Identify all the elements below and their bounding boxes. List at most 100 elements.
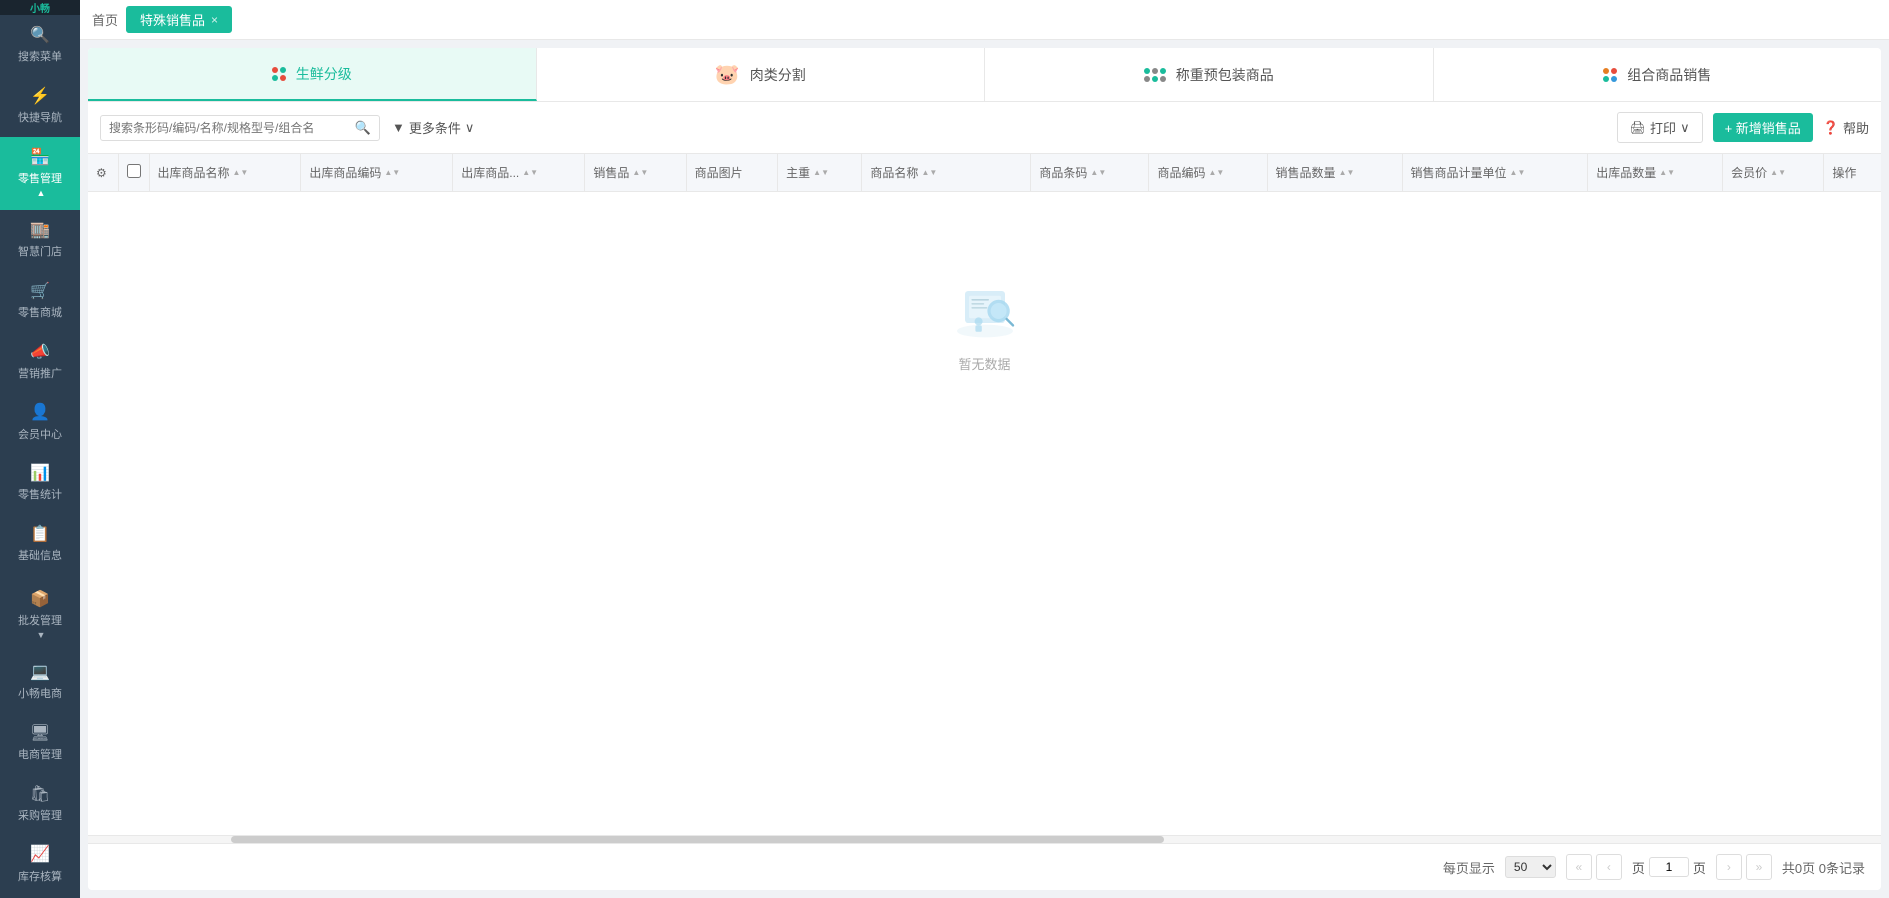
print-chevron: ∨ xyxy=(1680,120,1690,136)
main-content: 首页 特殊销售品 × xyxy=(80,0,1889,898)
col-sales-unit-label: 销售商品计量单位 xyxy=(1411,164,1507,181)
first-page-icon: « xyxy=(1576,860,1583,874)
combo-sales-label: 组合商品销售 xyxy=(1627,65,1711,85)
col-out-qty[interactable]: 出库品数量 ▲▼ xyxy=(1588,154,1723,192)
search-input[interactable] xyxy=(109,121,349,135)
sidebar-item-inventory[interactable]: 📈 库存核算 xyxy=(0,834,80,895)
col-goods-barcode[interactable]: 商品条码 ▲▼ xyxy=(1031,154,1149,192)
sidebar-item-search-menu[interactable]: 🔍 搜索菜单 xyxy=(0,15,80,76)
ecom-mgmt-icon: 🖥 xyxy=(30,723,50,745)
topbar-home-link[interactable]: 首页 xyxy=(92,10,118,29)
col-sales-qty-sort[interactable]: ▲▼ xyxy=(1339,169,1355,177)
col-goods-code[interactable]: 商品编码 ▲▼ xyxy=(1149,154,1267,192)
col-main-weight[interactable]: 主重 ▲▼ xyxy=(778,154,862,192)
page-number-input[interactable] xyxy=(1649,857,1689,877)
purchase-mgmt-icon: 🛍 xyxy=(30,784,50,806)
sidebar-item-mini-ecom[interactable]: 💻 小畅电商 xyxy=(0,652,80,713)
settings-icon[interactable]: ⚙ xyxy=(96,166,107,180)
prev-page-icon: ‹ xyxy=(1607,860,1611,874)
col-sales-qty-label: 销售品数量 xyxy=(1276,164,1336,181)
first-page-button[interactable]: « xyxy=(1566,854,1592,880)
sidebar-item-retail-stats[interactable]: 📊 零售统计 xyxy=(0,453,80,514)
col-sales-unit[interactable]: 销售商品计量单位 ▲▼ xyxy=(1402,154,1588,192)
col-sales-unit-sort[interactable]: ▲▼ xyxy=(1510,169,1526,177)
sidebar-item-quick-nav[interactable]: ⚡ 快捷导航 xyxy=(0,76,80,137)
pagination: 每页显示 10 20 50 100 « ‹ 页 页 xyxy=(88,843,1881,890)
topbar-tab-close[interactable]: × xyxy=(211,13,218,27)
sidebar-item-purchase-mgmt[interactable]: 🛍 采购管理 xyxy=(0,774,80,835)
col-sales-goods-label: 销售品 xyxy=(593,164,629,181)
sidebar-item-retail-mall[interactable]: 🛒 零售商城 xyxy=(0,271,80,332)
sidebar-logo: 小畅 xyxy=(0,0,80,15)
mini-ecom-icon: 💻 xyxy=(30,662,50,684)
col-goods-image-label: 商品图片 xyxy=(695,166,743,180)
sidebar-item-smart-store[interactable]: 🏬 智慧门店 xyxy=(0,210,80,271)
toolbar: 🔍 ▼ 更多条件 ∨ 🖨 打印 ∨ + 新增销售品 ❓ xyxy=(88,102,1881,154)
col-out-goods-name-sort[interactable]: ▲▼ xyxy=(233,169,249,177)
sidebar-item-ecom-mgmt[interactable]: 🖥 电商管理 xyxy=(0,713,80,774)
col-out-qty-sort[interactable]: ▲▼ xyxy=(1659,169,1675,177)
filter-button[interactable]: ▼ 更多条件 ∨ xyxy=(392,118,474,137)
per-page-select[interactable]: 10 20 50 100 xyxy=(1505,856,1556,878)
scroll-thumb[interactable] xyxy=(231,836,1163,843)
empty-text: 暂无数据 xyxy=(958,354,1010,373)
sidebar-item-marketing[interactable]: 📣 营销推广 xyxy=(0,332,80,393)
last-page-icon: » xyxy=(1756,860,1763,874)
total-label: 共0页 0条记录 xyxy=(1782,858,1865,877)
search-icon[interactable]: 🔍 xyxy=(355,120,371,136)
wholesale-arrow: ▼ xyxy=(37,629,46,642)
empty-state: 暂无数据 xyxy=(88,192,1881,453)
col-goods-barcode-sort[interactable]: ▲▼ xyxy=(1090,169,1106,177)
tab-fresh-grade[interactable]: 生鲜分级 xyxy=(88,48,537,101)
select-all-checkbox[interactable] xyxy=(127,164,141,178)
last-page-button[interactable]: » xyxy=(1746,854,1772,880)
col-out-goods-code[interactable]: 出库商品编码 ▲▼ xyxy=(301,154,453,192)
col-goods-code-sort[interactable]: ▲▼ xyxy=(1208,169,1224,177)
tab-weight-pack[interactable]: 称重预包装商品 xyxy=(985,48,1434,101)
col-member-price-sort[interactable]: ▲▼ xyxy=(1770,169,1786,177)
fresh-grade-icon xyxy=(272,67,286,81)
weight-pack-icon xyxy=(1144,68,1166,82)
tab-meat-cut[interactable]: 🐷 肉类分割 xyxy=(537,48,986,101)
col-goods-code-label: 商品编码 xyxy=(1157,164,1205,181)
col-settings[interactable]: ⚙ xyxy=(88,154,118,192)
col-ops-label: 操作 xyxy=(1832,166,1856,180)
retail-mall-icon: 🛒 xyxy=(30,281,50,303)
marketing-icon: 📣 xyxy=(30,342,50,364)
col-sales-goods[interactable]: 销售品 ▲▼ xyxy=(585,154,686,192)
sidebar-item-wholesale-mgmt[interactable]: 📦 批发管理 ▼ xyxy=(0,579,80,652)
col-out-goods-spec[interactable]: 出库商品... ▲▼ xyxy=(453,154,585,192)
sidebar-item-members[interactable]: 👤 会员中心 xyxy=(0,392,80,453)
print-button[interactable]: 🖨 打印 ∨ xyxy=(1617,112,1703,143)
col-sales-qty[interactable]: 销售品数量 ▲▼ xyxy=(1267,154,1402,192)
col-sales-goods-sort[interactable]: ▲▼ xyxy=(632,169,648,177)
page-label-suffix: 页 xyxy=(1693,858,1706,877)
content-area: 生鲜分级 🐷 肉类分割 xyxy=(88,48,1881,890)
tab-combo-sales[interactable]: 组合商品销售 xyxy=(1434,48,1882,101)
page-label: 页 xyxy=(1632,858,1645,877)
filter-chevron: ∨ xyxy=(465,120,475,136)
col-goods-name-sort[interactable]: ▲▼ xyxy=(921,169,937,177)
col-goods-name[interactable]: 商品名称 ▲▼ xyxy=(862,154,1031,192)
fresh-grade-label: 生鲜分级 xyxy=(296,64,352,84)
category-tabs: 生鲜分级 🐷 肉类分割 xyxy=(88,48,1881,102)
col-main-weight-sort[interactable]: ▲▼ xyxy=(813,169,829,177)
col-member-price[interactable]: 会员价 ▲▼ xyxy=(1723,154,1824,192)
horizontal-scrollbar[interactable] xyxy=(88,835,1881,843)
col-checkbox[interactable] xyxy=(118,154,149,192)
topbar-active-tab[interactable]: 特殊销售品 × xyxy=(126,6,232,33)
sidebar-item-base-info[interactable]: 📋 基础信息 xyxy=(0,514,80,575)
col-main-weight-label: 主重 xyxy=(786,164,810,181)
sidebar: 小畅 🔍 搜索菜单 ⚡ 快捷导航 🏪 零售管理 ▲ 🏬 智慧门店 🛒 零售商城 … xyxy=(0,0,80,898)
help-button[interactable]: ❓ 帮助 xyxy=(1823,118,1869,137)
sidebar-item-retail-mgmt[interactable]: 🏪 零售管理 ▲ xyxy=(0,137,80,210)
prev-page-button[interactable]: ‹ xyxy=(1596,854,1622,880)
table-container: ⚙ 出库商品名称 ▲▼ 出库 xyxy=(88,154,1881,835)
next-page-button[interactable]: › xyxy=(1716,854,1742,880)
help-icon: ❓ xyxy=(1823,120,1839,136)
col-out-goods-spec-sort[interactable]: ▲▼ xyxy=(522,169,538,177)
col-out-goods-name[interactable]: 出库商品名称 ▲▼ xyxy=(149,154,301,192)
new-sales-button[interactable]: + 新增销售品 xyxy=(1713,113,1813,142)
col-out-goods-code-sort[interactable]: ▲▼ xyxy=(384,169,400,177)
search-box[interactable]: 🔍 xyxy=(100,115,380,141)
